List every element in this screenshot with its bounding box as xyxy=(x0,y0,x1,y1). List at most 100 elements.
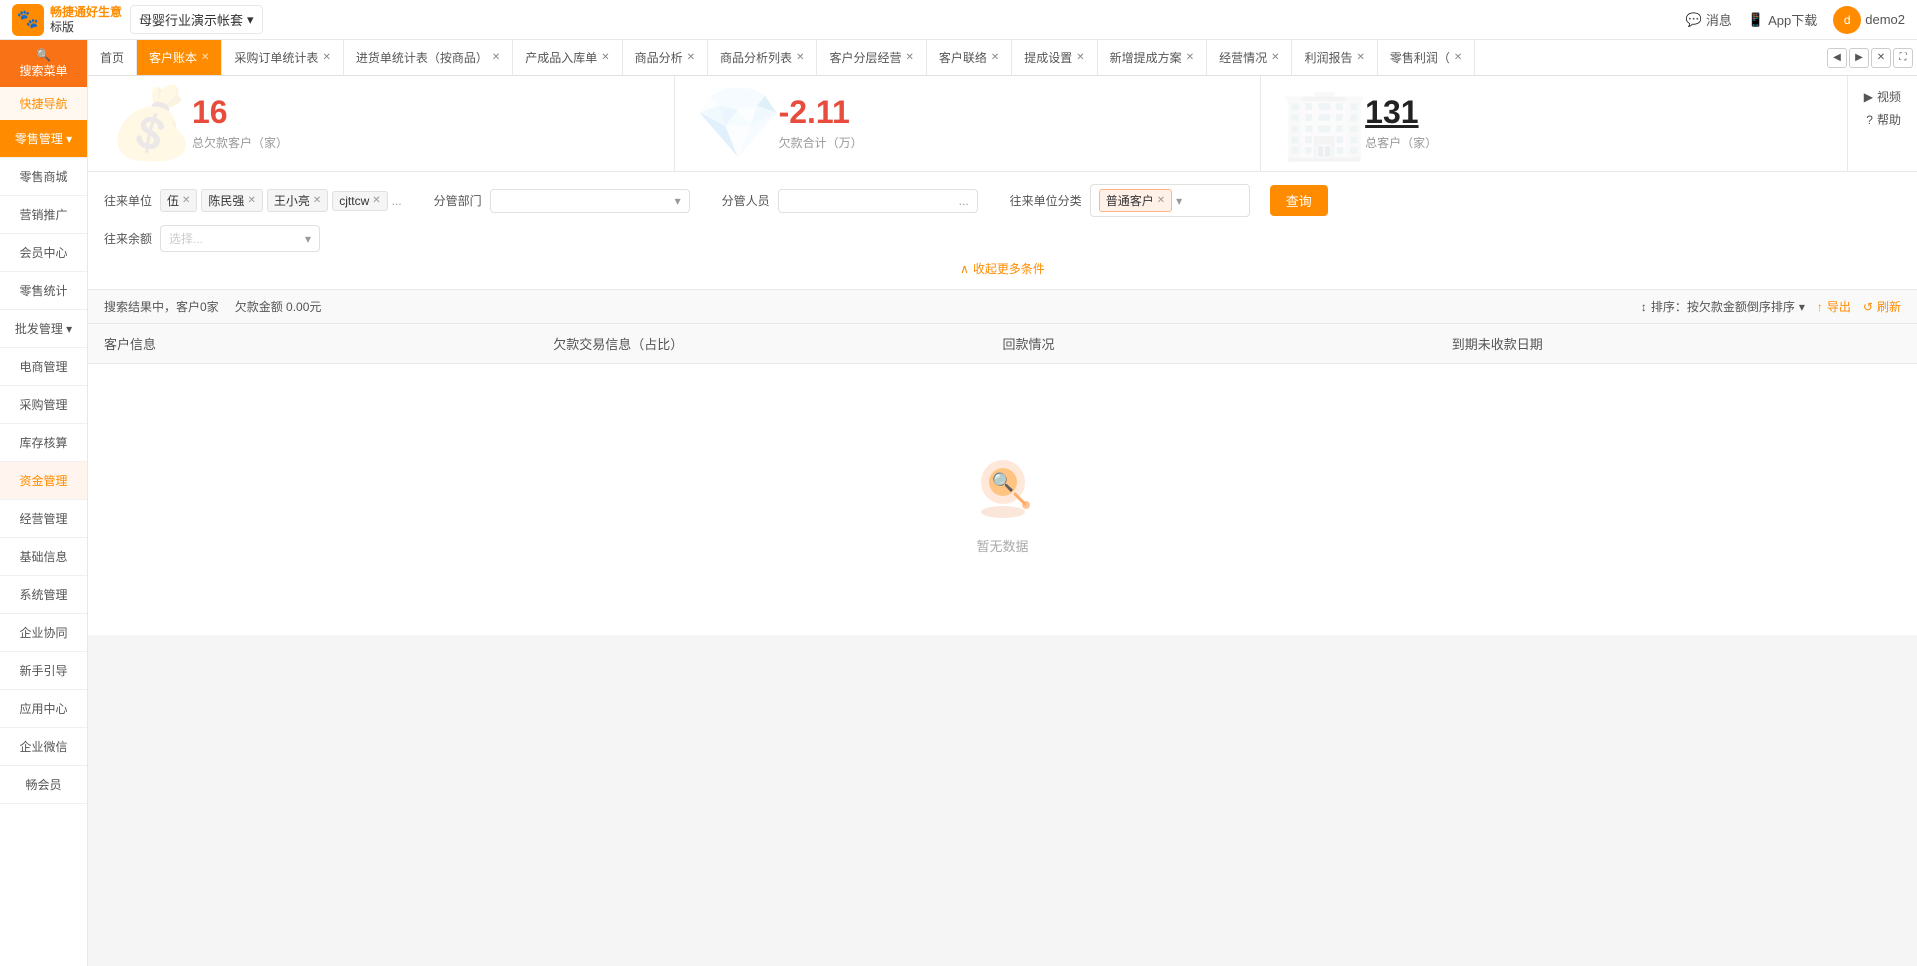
unit-type-filter-label: 往来单位分类 xyxy=(1010,192,1082,209)
dept-dropdown-icon: ▾ xyxy=(675,194,681,208)
help-btn[interactable]: ? 帮助 xyxy=(1866,111,1901,128)
app-download-btn[interactable]: 📱 App下载 xyxy=(1748,10,1817,29)
tab-home[interactable]: 首页 xyxy=(88,40,137,76)
tab-customer-tier[interactable]: 客户分层经营 ✕ xyxy=(817,40,926,76)
collapse-btn[interactable]: ∧ 收起更多条件 xyxy=(104,260,1901,277)
tab-retail-profit[interactable]: 零售利润（ ✕ xyxy=(1378,40,1475,76)
close-icon[interactable]: ✕ xyxy=(492,52,500,63)
close-icon[interactable]: ✕ xyxy=(1454,52,1462,63)
close-icon[interactable]: ✕ xyxy=(1186,52,1194,63)
sidebar-item-app-center[interactable]: 应用中心 xyxy=(0,690,87,728)
chevron-down-icon: ▾ xyxy=(247,12,254,28)
stat-card-debt: 💎 -2.11 欠款合计（万） xyxy=(675,76,1262,171)
sidebar-item-inventory[interactable]: 库存核算 xyxy=(0,424,87,462)
tab-prev-btn[interactable]: ◀ xyxy=(1827,48,1847,68)
sidebar-item-retail-stats[interactable]: 零售统计 xyxy=(0,272,87,310)
balance-dropdown-icon: ▾ xyxy=(305,232,311,246)
avatar: d xyxy=(1833,6,1861,34)
sidebar-item-basic-info[interactable]: 基础信息 xyxy=(0,538,87,576)
stat-value-customers: 16 xyxy=(192,96,288,128)
remove-wang-icon[interactable]: ✕ xyxy=(313,195,321,206)
sort-selector[interactable]: ↕ 排序：按欠款金额倒序排序 ▾ xyxy=(1641,298,1805,315)
sidebar-item-retail-store[interactable]: 零售商城 xyxy=(0,158,87,196)
video-btn[interactable]: ▶ 视频 xyxy=(1864,88,1901,105)
col-header-date: 到期未收款日期 xyxy=(1452,334,1901,353)
content-area: 首页 客户账本 ✕ 采购订单统计表 ✕ 进货单统计表（按商品） ✕ 产成品入库单… xyxy=(88,40,1917,966)
user-menu[interactable]: d demo2 xyxy=(1833,6,1905,34)
sidebar-search[interactable]: 🔍 搜索菜单 xyxy=(0,40,87,87)
tab-product-analysis[interactable]: 商品分析 ✕ xyxy=(623,40,708,76)
sidebar-item-purchase[interactable]: 采购管理 xyxy=(0,386,87,424)
tab-product-inbound[interactable]: 产成品入库单 ✕ xyxy=(513,40,622,76)
col-header-debt: 欠款交易信息（占比） xyxy=(553,334,1002,353)
sidebar-item-new-user[interactable]: 新手引导 xyxy=(0,652,87,690)
sort-dropdown-icon: ▾ xyxy=(1799,300,1805,314)
sidebar-item-marketing[interactable]: 营销推广 xyxy=(0,196,87,234)
remove-chen-icon[interactable]: ✕ xyxy=(247,195,255,206)
refresh-btn[interactable]: ↺ 刷新 xyxy=(1863,298,1901,315)
close-icon[interactable]: ✕ xyxy=(991,52,999,63)
dept-filter-label: 分管部门 xyxy=(434,192,482,209)
tab-customer-contact[interactable]: 客户联络 ✕ xyxy=(927,40,1012,76)
close-icon[interactable]: ✕ xyxy=(1357,52,1365,63)
tab-promotion-settings[interactable]: 提成设置 ✕ xyxy=(1012,40,1097,76)
sidebar-item-wholesale[interactable]: 批发管理 ▾ xyxy=(0,310,87,348)
message-btn[interactable]: 💬 消息 xyxy=(1686,10,1732,29)
export-btn[interactable]: ↑ 导出 xyxy=(1817,298,1851,315)
tab-profit-report[interactable]: 利润报告 ✕ xyxy=(1292,40,1377,76)
company-selector[interactable]: 母婴行业演示帐套 ▾ xyxy=(130,5,263,34)
sidebar-item-wechat[interactable]: 企业微信 xyxy=(0,728,87,766)
result-amount: 欠款金额 0.00元 xyxy=(235,298,322,315)
tab-new-promo[interactable]: 新增提成方案 ✕ xyxy=(1098,40,1207,76)
close-icon[interactable]: ✕ xyxy=(1076,52,1084,63)
dept-filter-select[interactable]: ▾ xyxy=(490,189,690,213)
filter-more-btn[interactable]: ... xyxy=(392,194,402,208)
tab-next-btn[interactable]: ▶ xyxy=(1849,48,1869,68)
tab-purchase-order-stats[interactable]: 采购订单统计表 ✕ xyxy=(222,40,343,76)
remove-wu-icon[interactable]: ✕ xyxy=(182,195,190,206)
filter-tag-normal-customer[interactable]: 普通客户 ✕ xyxy=(1099,189,1172,212)
unit-type-filter-select[interactable]: 普通客户 ✕ ▾ xyxy=(1090,184,1250,217)
person-more-btn[interactable]: ... xyxy=(959,194,969,208)
tab-customer-accounts[interactable]: 客户账本 ✕ xyxy=(137,40,222,76)
tab-product-analysis-list[interactable]: 商品分析列表 ✕ xyxy=(708,40,817,76)
person-filter-select[interactable]: ... xyxy=(778,189,978,213)
tab-inbound-stats[interactable]: 进货单统计表（按商品） ✕ xyxy=(344,40,513,76)
filter-tag-wu[interactable]: 伍 ✕ xyxy=(160,189,197,212)
export-icon: ↑ xyxy=(1817,300,1823,314)
close-icon[interactable]: ✕ xyxy=(1271,52,1279,63)
close-icon[interactable]: ✕ xyxy=(322,52,330,63)
sidebar-quick-nav[interactable]: 快捷导航 xyxy=(0,87,87,120)
query-button[interactable]: 查询 xyxy=(1270,185,1328,216)
filter-tag-cjttcw[interactable]: cjttcw ✕ xyxy=(332,191,387,211)
filter-row-1: 往来单位 伍 ✕ 陈民强 ✕ 王小亮 ✕ xyxy=(104,184,1901,217)
sidebar-item-enterprise[interactable]: 企业协同 xyxy=(0,614,87,652)
empty-state: 🔍 暂无数据 xyxy=(88,364,1917,635)
sidebar-item-retail-management[interactable]: 零售管理 ▾ xyxy=(0,120,87,158)
close-icon[interactable]: ✕ xyxy=(796,52,804,63)
close-icon[interactable]: ✕ xyxy=(601,52,609,63)
stat-label-customers: 总欠款客户（家） xyxy=(192,134,288,151)
close-icon[interactable]: ✕ xyxy=(905,52,913,63)
sidebar-item-ecommerce[interactable]: 电商管理 xyxy=(0,348,87,386)
sidebar-item-member[interactable]: 畅会员 xyxy=(0,766,87,804)
filter-tag-wang[interactable]: 王小亮 ✕ xyxy=(267,189,328,212)
close-icon[interactable]: ✕ xyxy=(687,52,695,63)
balance-filter-select[interactable]: 选择... ▾ xyxy=(160,225,320,252)
video-icon: ▶ xyxy=(1864,90,1873,104)
top-bar-right: 💬 消息 📱 App下载 d demo2 xyxy=(1686,6,1905,34)
tab-close-all-btn[interactable]: ✕ xyxy=(1871,48,1891,68)
remove-cjttcw-icon[interactable]: ✕ xyxy=(372,195,380,206)
sidebar-item-operations[interactable]: 经营管理 xyxy=(0,500,87,538)
filter-tag-chen[interactable]: 陈民强 ✕ xyxy=(201,189,262,212)
empty-icon: 🔍 xyxy=(963,444,1043,524)
sidebar-item-system[interactable]: 系统管理 xyxy=(0,576,87,614)
close-icon[interactable]: ✕ xyxy=(201,52,209,63)
remove-normal-customer-icon[interactable]: ✕ xyxy=(1157,195,1165,206)
unit-filter-tags: 伍 ✕ 陈民强 ✕ 王小亮 ✕ cjttcw ✕ xyxy=(160,189,402,212)
sidebar-item-capital[interactable]: 资金管理 xyxy=(0,462,87,500)
tab-fullscreen-btn[interactable]: ⛶ xyxy=(1893,48,1913,68)
sidebar-item-member-center[interactable]: 会员中心 xyxy=(0,234,87,272)
tab-operations-status[interactable]: 经营情况 ✕ xyxy=(1207,40,1292,76)
stat-label-debt: 欠款合计（万） xyxy=(779,134,863,151)
